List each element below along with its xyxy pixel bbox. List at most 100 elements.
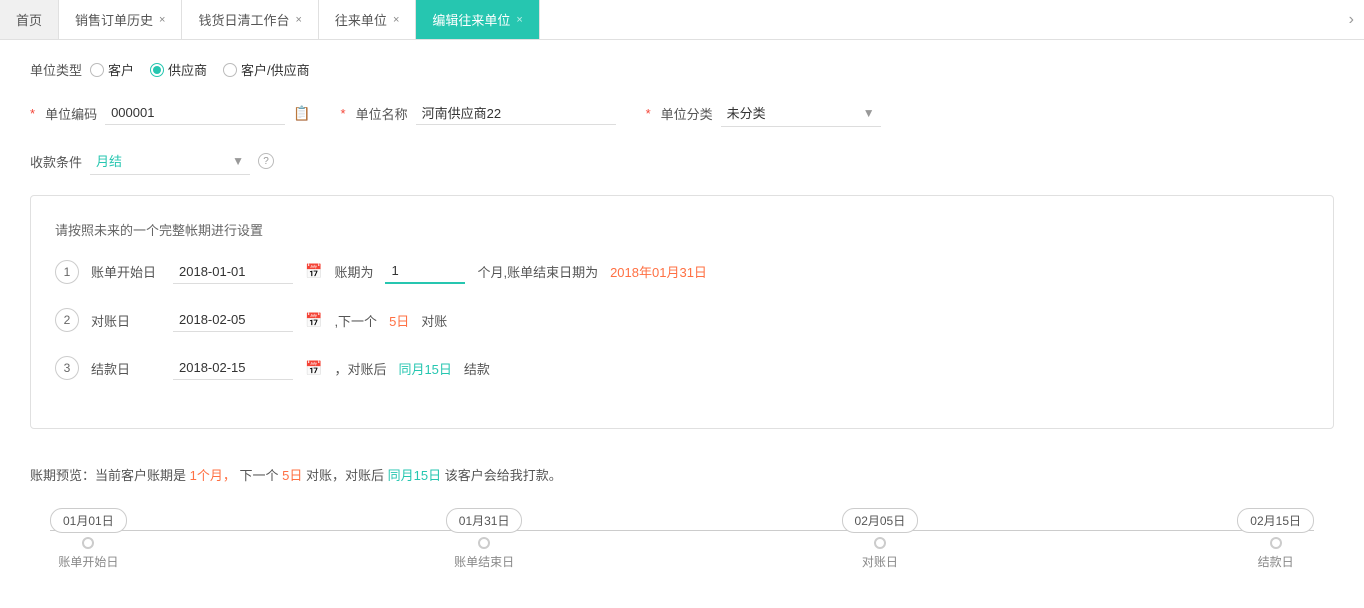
unit-name-group: * 单位名称 xyxy=(341,101,616,125)
unit-code-group: * 单位编码 📋 xyxy=(30,101,311,125)
row3-desc-pre: ，对账后 xyxy=(334,359,386,378)
setting-row-1: 1 账单开始日 📅 账期为 个月,账单结束日期为 2018年01月31日 xyxy=(55,259,1309,284)
timeline-badge-2: 01月31日 xyxy=(446,508,523,533)
row2-desc-post: 对账 xyxy=(421,311,447,330)
preview-suffix: 该客户会给我打款。 xyxy=(445,468,562,483)
preview-highlight2: 5日 xyxy=(282,468,302,483)
unit-category-value: 未分类 xyxy=(727,103,766,122)
close-sales-order[interactable]: × xyxy=(159,14,165,26)
radio-customer[interactable]: 客户 xyxy=(90,60,134,79)
payment-terms-row: 收款条件 月结 ▼ ? xyxy=(30,147,1334,175)
tab-home[interactable]: 首页 xyxy=(0,0,59,39)
radio-supplier[interactable]: 供应商 xyxy=(150,60,207,79)
row3-desc-post: 结款 xyxy=(464,359,490,378)
timeline-node-1: 01月01日 账单开始日 xyxy=(50,508,127,570)
payment-terms-group: 收款条件 月结 ▼ ? xyxy=(30,147,274,175)
close-counterparty[interactable]: × xyxy=(393,14,399,26)
category-required-star: * xyxy=(646,106,651,121)
settings-section: 请按照未来的一个完整帐期进行设置 1 账单开始日 📅 账期为 个月,账单结束日期… xyxy=(30,195,1334,429)
row1-label: 账单开始日 xyxy=(91,262,161,281)
row1-end-text: 个月,账单结束日期为 xyxy=(477,262,598,281)
payment-terms-label: 收款条件 xyxy=(30,152,82,171)
tab-overflow-arrow[interactable]: › xyxy=(1339,11,1364,29)
preview-prefix: 账期预览：当前客户账期是 xyxy=(30,468,186,483)
timeline-node-4: 02月15日 结款日 xyxy=(1237,508,1314,570)
tab-edit-counterparty[interactable]: 编辑往来单位 × xyxy=(416,0,539,39)
section-title: 请按照未来的一个完整帐期进行设置 xyxy=(55,220,1309,239)
timeline-node-2: 01月31日 账单结束日 xyxy=(446,508,523,570)
unit-code-input[interactable] xyxy=(105,101,285,125)
row-num-3: 3 xyxy=(55,356,79,380)
row1-period-input[interactable] xyxy=(385,259,465,284)
close-cash-work[interactable]: × xyxy=(295,14,301,26)
preview-text: 账期预览：当前客户账期是 1个月， 下一个 5日 对账，对账后 同月15日 该客… xyxy=(30,465,1334,484)
tab-counterparty[interactable]: 往来单位 × xyxy=(319,0,416,39)
unit-code-label: 单位编码 xyxy=(45,104,97,123)
row2-date-input[interactable] xyxy=(173,308,293,332)
unit-category-label: 单位分类 xyxy=(661,104,713,123)
row-num-1: 1 xyxy=(55,260,79,284)
tab-sales-order[interactable]: 销售订单历史 × xyxy=(59,0,182,39)
main-content: 单位类型 客户 供应商 客户/供应商 * 单位编码 xyxy=(0,40,1364,608)
preview-mid2: 对账，对账后 xyxy=(306,468,384,483)
name-required-star: * xyxy=(341,106,346,121)
timeline-badge-1: 01月01日 xyxy=(50,508,127,533)
timeline-track: 01月01日 账单开始日 01月31日 账单结束日 02月05日 对账日 xyxy=(50,508,1314,570)
timeline-dot-3 xyxy=(874,537,886,549)
row3-date-input[interactable] xyxy=(173,356,293,380)
setting-row-2: 2 对账日 📅 ,下一个 5日 对账 xyxy=(55,308,1309,332)
timeline-label-2: 账单结束日 xyxy=(454,553,514,570)
timeline-node-3: 02月05日 对账日 xyxy=(842,508,919,570)
row3-calendar-icon[interactable]: 📅 xyxy=(305,360,322,377)
row2-desc-highlight: 5日 xyxy=(389,311,409,330)
radio-supplier-circle xyxy=(150,63,164,77)
row3-desc-highlight: 同月15日 xyxy=(398,359,451,378)
unit-info-row: * 单位编码 📋 * 单位名称 * 单位分类 未分类 ▼ xyxy=(30,99,1334,127)
timeline: 01月01日 账单开始日 01月31日 账单结束日 02月05日 对账日 xyxy=(30,508,1334,570)
timeline-line xyxy=(50,530,1314,531)
unit-name-label: 单位名称 xyxy=(356,104,408,123)
tab-bar: 首页 销售订单历史 × 钱货日清工作台 × 往来单位 × 编辑往来单位 × › xyxy=(0,0,1364,40)
setting-row-3: 3 结款日 📅 ，对账后 同月15日 结款 xyxy=(55,356,1309,380)
timeline-dot-1 xyxy=(82,537,94,549)
radio-both-circle xyxy=(223,63,237,77)
unit-name-input[interactable] xyxy=(416,101,616,125)
code-required-star: * xyxy=(30,106,35,121)
preview-section: 账期预览：当前客户账期是 1个月， 下一个 5日 对账，对账后 同月15日 该客… xyxy=(30,449,1334,586)
tab-cash-work[interactable]: 钱货日清工作台 × xyxy=(182,0,318,39)
payment-terms-select[interactable]: 月结 ▼ xyxy=(90,147,250,175)
timeline-badge-3: 02月05日 xyxy=(842,508,919,533)
radio-both[interactable]: 客户/供应商 xyxy=(223,60,310,79)
timeline-label-4: 结款日 xyxy=(1258,553,1294,570)
unit-category-group: * 单位分类 未分类 ▼ xyxy=(646,99,881,127)
row3-label: 结款日 xyxy=(91,359,161,378)
unit-type-label: 单位类型 xyxy=(30,60,82,79)
preview-highlight1: 1个月， xyxy=(190,468,236,483)
row2-calendar-icon[interactable]: 📅 xyxy=(305,312,322,329)
close-edit-counterparty[interactable]: × xyxy=(516,14,522,26)
row1-date-input[interactable] xyxy=(173,260,293,284)
help-icon[interactable]: ? xyxy=(258,153,274,169)
category-dropdown-icon: ▼ xyxy=(863,106,875,120)
row2-label: 对账日 xyxy=(91,311,161,330)
timeline-badge-4: 02月15日 xyxy=(1237,508,1314,533)
payment-terms-dropdown-icon: ▼ xyxy=(232,154,244,168)
unit-type-row: 单位类型 客户 供应商 客户/供应商 xyxy=(30,60,1334,79)
row-num-2: 2 xyxy=(55,308,79,332)
timeline-dot-2 xyxy=(478,537,490,549)
radio-customer-circle xyxy=(90,63,104,77)
payment-terms-value: 月结 xyxy=(96,151,122,170)
unit-type-group: 单位类型 客户 供应商 客户/供应商 xyxy=(30,60,310,79)
radio-group: 客户 供应商 客户/供应商 xyxy=(90,60,310,79)
row1-mid-text: 账期为 xyxy=(334,262,373,281)
preview-highlight3: 同月15日 xyxy=(388,468,441,483)
unit-category-select[interactable]: 未分类 ▼ xyxy=(721,99,881,127)
unit-code-icon[interactable]: 📋 xyxy=(293,105,310,122)
timeline-label-3: 对账日 xyxy=(862,553,898,570)
row1-end-highlight: 2018年01月31日 xyxy=(610,262,707,281)
timeline-dot-4 xyxy=(1270,537,1282,549)
row1-calendar-icon[interactable]: 📅 xyxy=(305,263,322,280)
preview-mid1: 下一个 xyxy=(240,468,279,483)
row2-desc-pre: ,下一个 xyxy=(334,311,377,330)
timeline-label-1: 账单开始日 xyxy=(58,553,118,570)
